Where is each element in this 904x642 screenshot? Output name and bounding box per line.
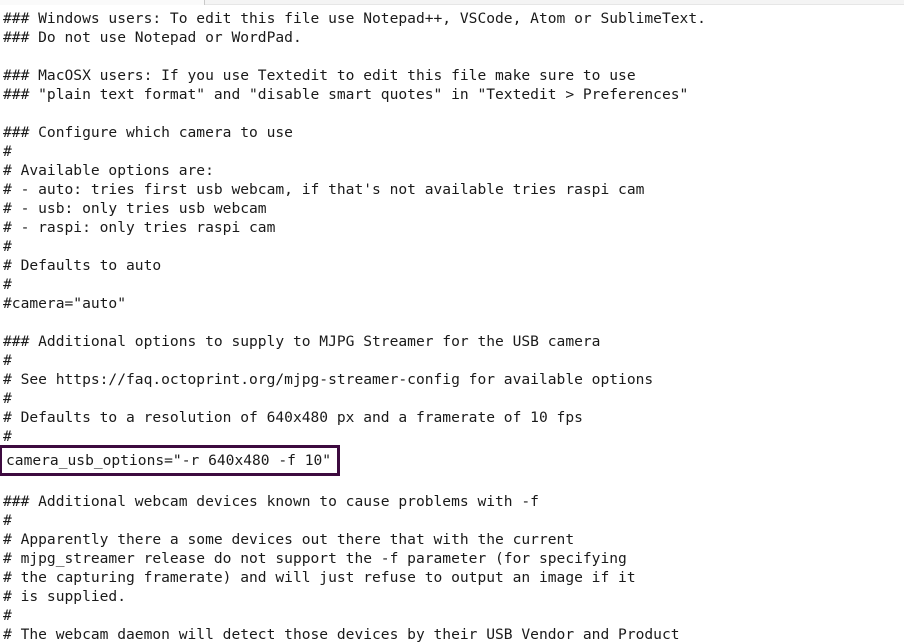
code-line: ### Do not use Notepad or WordPad. [3,29,302,46]
text-file-viewer: ### Windows users: To edit this file use… [0,0,904,642]
code-line: # - auto: tries first usb webcam, if tha… [3,181,645,198]
code-line: # the capturing framerate) and will just… [3,569,636,586]
code-line: # [3,143,12,160]
code-line: # [3,428,12,445]
code-line: # [3,238,12,255]
code-line: ### Additional webcam devices known to c… [3,493,539,510]
code-line: # The webcam daemon will detect those de… [3,626,680,642]
code-line: ### Additional options to supply to MJPG… [3,333,601,350]
code-line: # [3,607,12,624]
code-line: ### MacOSX users: If you use Textedit to… [3,67,636,84]
highlighted-line-row: camera_usb_options="-r 640x480 -f 10" [0,445,904,476]
code-line: # Available options are: [3,162,214,179]
config-file-content[interactable]: ### Windows users: To edit this file use… [0,5,904,642]
code-line: # See https://faq.octoprint.org/mjpg-str… [3,371,654,388]
code-line: # [3,390,12,407]
code-line: # - raspi: only tries raspi cam [3,219,276,236]
code-line: # Defaults to auto [3,257,162,274]
code-line: ### Configure which camera to use [3,124,293,141]
code-line: # - usb: only tries usb webcam [3,200,267,217]
code-line: # [3,352,12,369]
code-line: # [3,276,12,293]
code-line: ### "plain text format" and "disable sma… [3,86,689,103]
code-line: ### Windows users: To edit this file use… [3,10,706,27]
camera-usb-options-setting[interactable]: camera_usb_options="-r 640x480 -f 10" [0,445,341,476]
code-line: # Defaults to a resolution of 640x480 px… [3,409,583,426]
code-line: # [3,512,12,529]
code-line: #camera="auto" [3,295,127,312]
code-line: # is supplied. [3,588,127,605]
code-line: # mjpg_streamer release do not support t… [3,550,627,567]
code-line: # Apparently there a some devices out th… [3,531,575,548]
